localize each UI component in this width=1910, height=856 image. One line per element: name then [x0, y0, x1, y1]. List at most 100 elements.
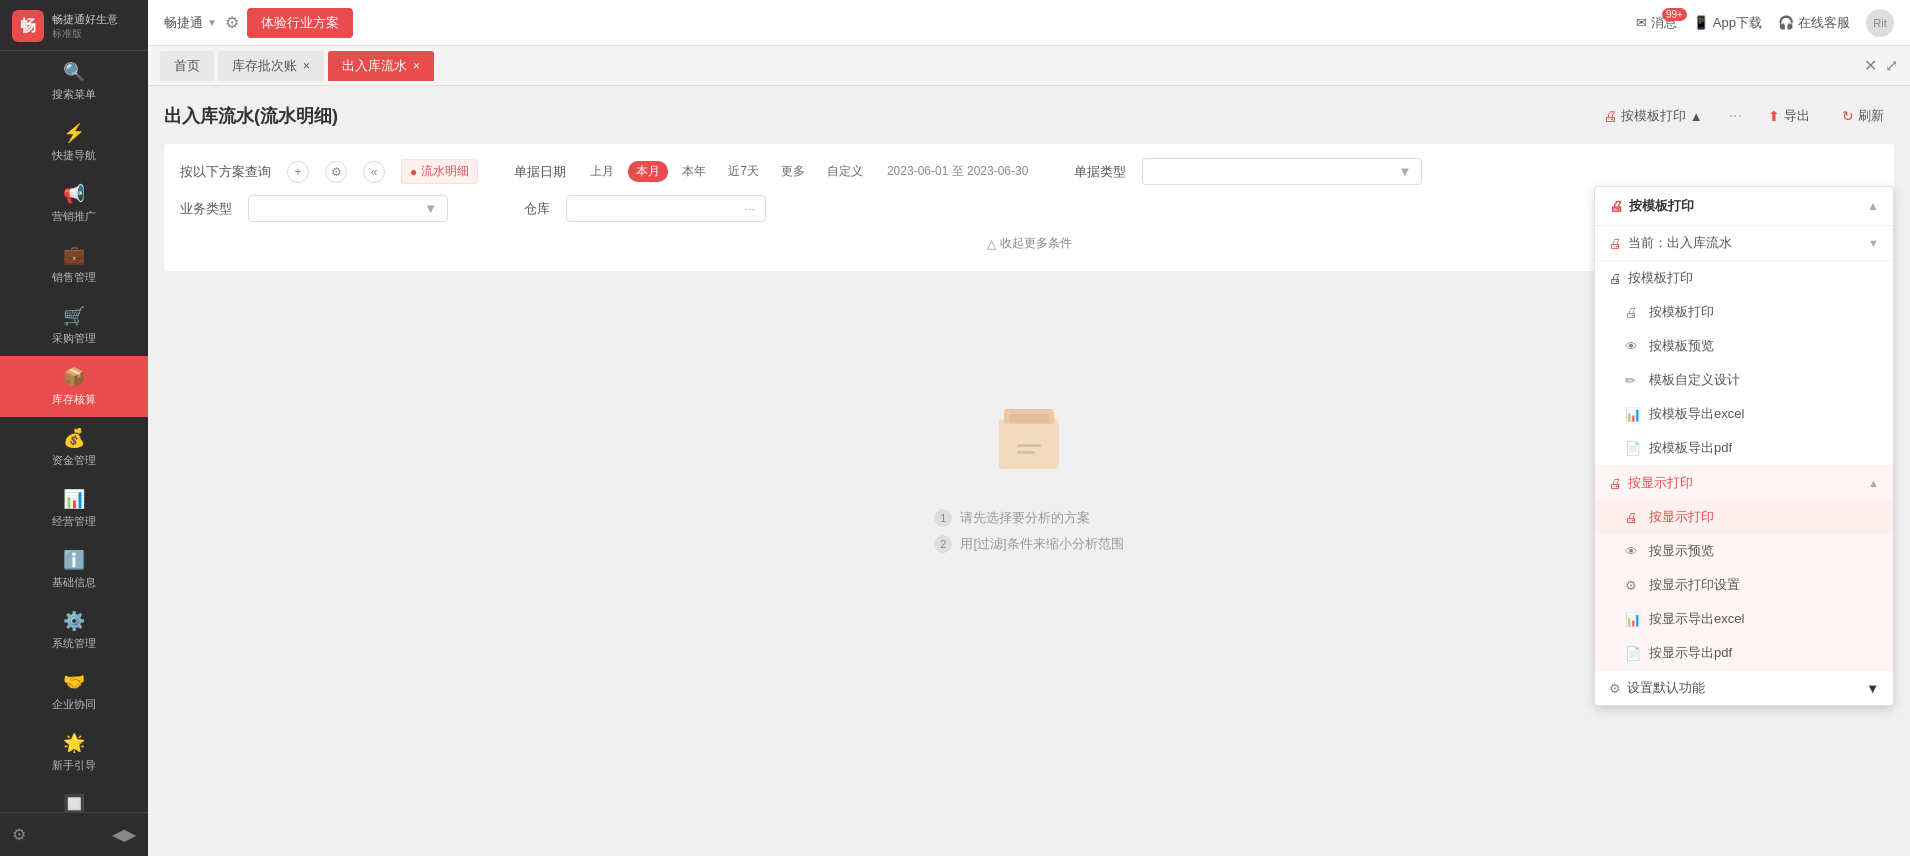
dp-display-preview[interactable]: 👁 按显示预览 — [1595, 534, 1893, 568]
sidebar-quick-nav-label: 快捷导航 — [52, 148, 96, 163]
trial-button[interactable]: 体验行业方案 — [247, 8, 353, 38]
printer-icon: 🖨 — [1603, 108, 1617, 124]
date-btn-more[interactable]: 更多 — [773, 161, 813, 182]
filter-tag-label: 流水明细 — [421, 163, 469, 180]
sidebar-inventory-icon: 📦 — [63, 366, 85, 388]
sidebar-item-system[interactable]: ⚙️ 系统管理 — [0, 600, 148, 661]
sidebar-base-label: 基础信息 — [52, 575, 96, 590]
dp-display-print[interactable]: 🖨 按显示打印 — [1595, 500, 1893, 534]
close-window-icon[interactable]: ✕ — [1864, 56, 1877, 75]
sidebar-item-search[interactable]: 🔍 搜索菜单 — [0, 51, 148, 112]
date-btn-7days[interactable]: 近7天 — [720, 161, 767, 182]
date-range-display: 2023-06-01 至 2023-06-30 — [887, 163, 1028, 180]
filter-tag-item[interactable]: ● 流水明细 — [401, 159, 478, 184]
dp-template-print[interactable]: 🖨 按模板打印 — [1595, 295, 1893, 329]
main-area: 畅捷通 ▼ ⚙ 体验行业方案 ✉ 消息 99+ 📱 App下载 🎧 — [148, 0, 1910, 856]
collapse-label: 收起更多条件 — [1000, 235, 1072, 252]
sidebar-finance-icon: 💰 — [63, 427, 85, 449]
collapse-button[interactable]: △ 收起更多条件 — [982, 230, 1077, 257]
avatar[interactable]: Rit — [1866, 9, 1894, 37]
sidebar-item-base[interactable]: ℹ️ 基础信息 — [0, 539, 148, 600]
dp-template-preview[interactable]: 👁 按模板预览 — [1595, 329, 1893, 363]
topbar-left: 畅捷通 ▼ ⚙ 体验行业方案 — [164, 8, 1624, 38]
dp-display-icon: 🖨 — [1609, 476, 1622, 491]
date-btn-last-month[interactable]: 上月 — [582, 161, 622, 182]
sidebar-item-inventory[interactable]: 📦 库存核算 — [0, 356, 148, 417]
dp-template-export-pdf[interactable]: 📄 按模板导出pdf — [1595, 431, 1893, 465]
dp-display-export-excel[interactable]: 📊 按显示导出excel — [1595, 602, 1893, 636]
more-actions-icon[interactable]: ··· — [1725, 107, 1746, 125]
refresh-button[interactable]: ↻ 刷新 — [1832, 102, 1894, 130]
tab-batch-account[interactable]: 库存批次账 × — [218, 51, 324, 81]
dp-title: 🖨 按模板打印 — [1609, 197, 1694, 215]
dp-template-design[interactable]: ✏ 模板自定义设计 — [1595, 363, 1893, 397]
voucher-type-select[interactable]: ▼ — [1142, 158, 1422, 185]
user-chevron-icon: ▼ — [207, 17, 217, 28]
tab-batch-close-icon[interactable]: × — [303, 59, 310, 73]
filter-settings-icon[interactable]: ⚙ — [325, 161, 347, 183]
dp-template-section-header[interactable]: 🖨 按模板打印 — [1595, 261, 1893, 295]
dp-footer[interactable]: ⚙ 设置默认功能 ▼ — [1595, 671, 1893, 705]
sidebar-item-operations[interactable]: 📊 经营管理 — [0, 478, 148, 539]
dp-display-print-settings[interactable]: ⚙ 按显示打印设置 — [1595, 568, 1893, 602]
dp-display-section-header[interactable]: 🖨 按显示打印 ▲ — [1595, 466, 1893, 500]
dp-template-label: 🖨 按模板打印 — [1609, 269, 1693, 287]
sidebar-item-app-center[interactable]: 🔲 应用中心 — [0, 783, 148, 812]
empty-steps: 1 请先选择要分析的方案 2 用[过滤]条件来缩小分析范围 — [934, 509, 1123, 553]
online-service-button[interactable]: 🎧 在线客服 — [1778, 14, 1850, 32]
dp-current-label: 🖨 当前：出入库流水 — [1609, 234, 1732, 252]
dp-display-export-pdf[interactable]: 📄 按显示导出pdf — [1595, 636, 1893, 670]
tab-inout-label: 出入库流水 — [342, 57, 407, 75]
dp-template-section: 🖨 按模板打印 🖨 按模板打印 👁 按模板预览 ✏ 模板自定义设 — [1595, 261, 1893, 466]
warehouse-select[interactable]: ··· — [566, 195, 766, 222]
tab-right-actions: ✕ ⤢ — [1864, 56, 1898, 75]
dp-header-chevron-icon[interactable]: ▲ — [1867, 199, 1879, 213]
collapse-icon[interactable]: ◀▶ — [112, 825, 136, 844]
settings-icon[interactable]: ⚙ — [12, 825, 26, 844]
dp-footer-settings-icon: ⚙ — [1609, 681, 1621, 696]
app-download-button[interactable]: 📱 App下载 — [1693, 14, 1762, 32]
sidebar-system-label: 系统管理 — [52, 636, 96, 651]
sidebar-inventory-label: 库存核算 — [52, 392, 96, 407]
topbar-user[interactable]: 畅捷通 ▼ — [164, 14, 217, 32]
dp-template-print-icon: 🖨 — [1625, 305, 1641, 320]
service-icon: 🎧 — [1778, 15, 1794, 30]
page-actions: 🖨 按模板打印 ▲ ··· ⬆ 导出 ↻ 刷新 — [1593, 102, 1894, 130]
template-print-button[interactable]: 🖨 按模板打印 ▲ — [1593, 102, 1713, 130]
dp-display-print-icon: 🖨 — [1625, 510, 1641, 525]
tab-batch-label: 库存批次账 — [232, 57, 297, 75]
filter-add-button[interactable]: + — [287, 161, 309, 183]
sidebar-item-guide[interactable]: 🌟 新手引导 — [0, 722, 148, 783]
dp-template-preview-icon: 👁 — [1625, 339, 1641, 354]
sidebar-purchase-icon: 🛒 — [63, 305, 85, 327]
topbar-settings-icon[interactable]: ⚙ — [225, 13, 239, 32]
filter-row-1: 按以下方案查询 + ⚙ « ● 流水明细 单据日期 上月 本月 本年 近7天 更… — [180, 158, 1878, 185]
message-button[interactable]: ✉ 消息 99+ — [1636, 14, 1677, 32]
sidebar-item-quick-nav[interactable]: ⚡ 快捷导航 — [0, 112, 148, 173]
tab-inout-flow[interactable]: 出入库流水 × — [328, 51, 434, 81]
sidebar-item-purchase[interactable]: 🛒 采购管理 — [0, 295, 148, 356]
sidebar-item-collab[interactable]: 🤝 企业协同 — [0, 661, 148, 722]
message-badge: 99+ — [1662, 8, 1687, 21]
sidebar-collab-label: 企业协同 — [52, 697, 96, 712]
sidebar-item-marketing[interactable]: 📢 营销推广 — [0, 173, 148, 234]
dp-template-icon: 🖨 — [1609, 271, 1622, 286]
date-btn-this-year[interactable]: 本年 — [674, 161, 714, 182]
tab-home[interactable]: 首页 — [160, 51, 214, 81]
warehouse-label: 仓库 — [524, 200, 550, 218]
tab-inout-close-icon[interactable]: × — [413, 59, 420, 73]
date-btn-custom[interactable]: 自定义 — [819, 161, 871, 182]
date-buttons: 上月 本月 本年 近7天 更多 自定义 — [582, 161, 871, 182]
dp-template-export-excel[interactable]: 📊 按模板导出excel — [1595, 397, 1893, 431]
sidebar-item-sales[interactable]: 💼 销售管理 — [0, 234, 148, 295]
app-download-icon: 📱 — [1693, 15, 1709, 30]
dp-current-header[interactable]: 🖨 当前：出入库流水 ▼ — [1595, 226, 1893, 260]
sidebar-search-label: 搜索菜单 — [52, 87, 96, 102]
sidebar-bottom: ⚙ ◀▶ — [0, 812, 148, 856]
date-btn-this-month[interactable]: 本月 — [628, 161, 668, 182]
filter-collapse-icon[interactable]: « — [363, 161, 385, 183]
business-type-select[interactable]: ▼ — [248, 195, 448, 222]
sidebar-item-finance[interactable]: 💰 资金管理 — [0, 417, 148, 478]
export-button[interactable]: ⬆ 导出 — [1758, 102, 1820, 130]
maximize-icon[interactable]: ⤢ — [1885, 56, 1898, 75]
